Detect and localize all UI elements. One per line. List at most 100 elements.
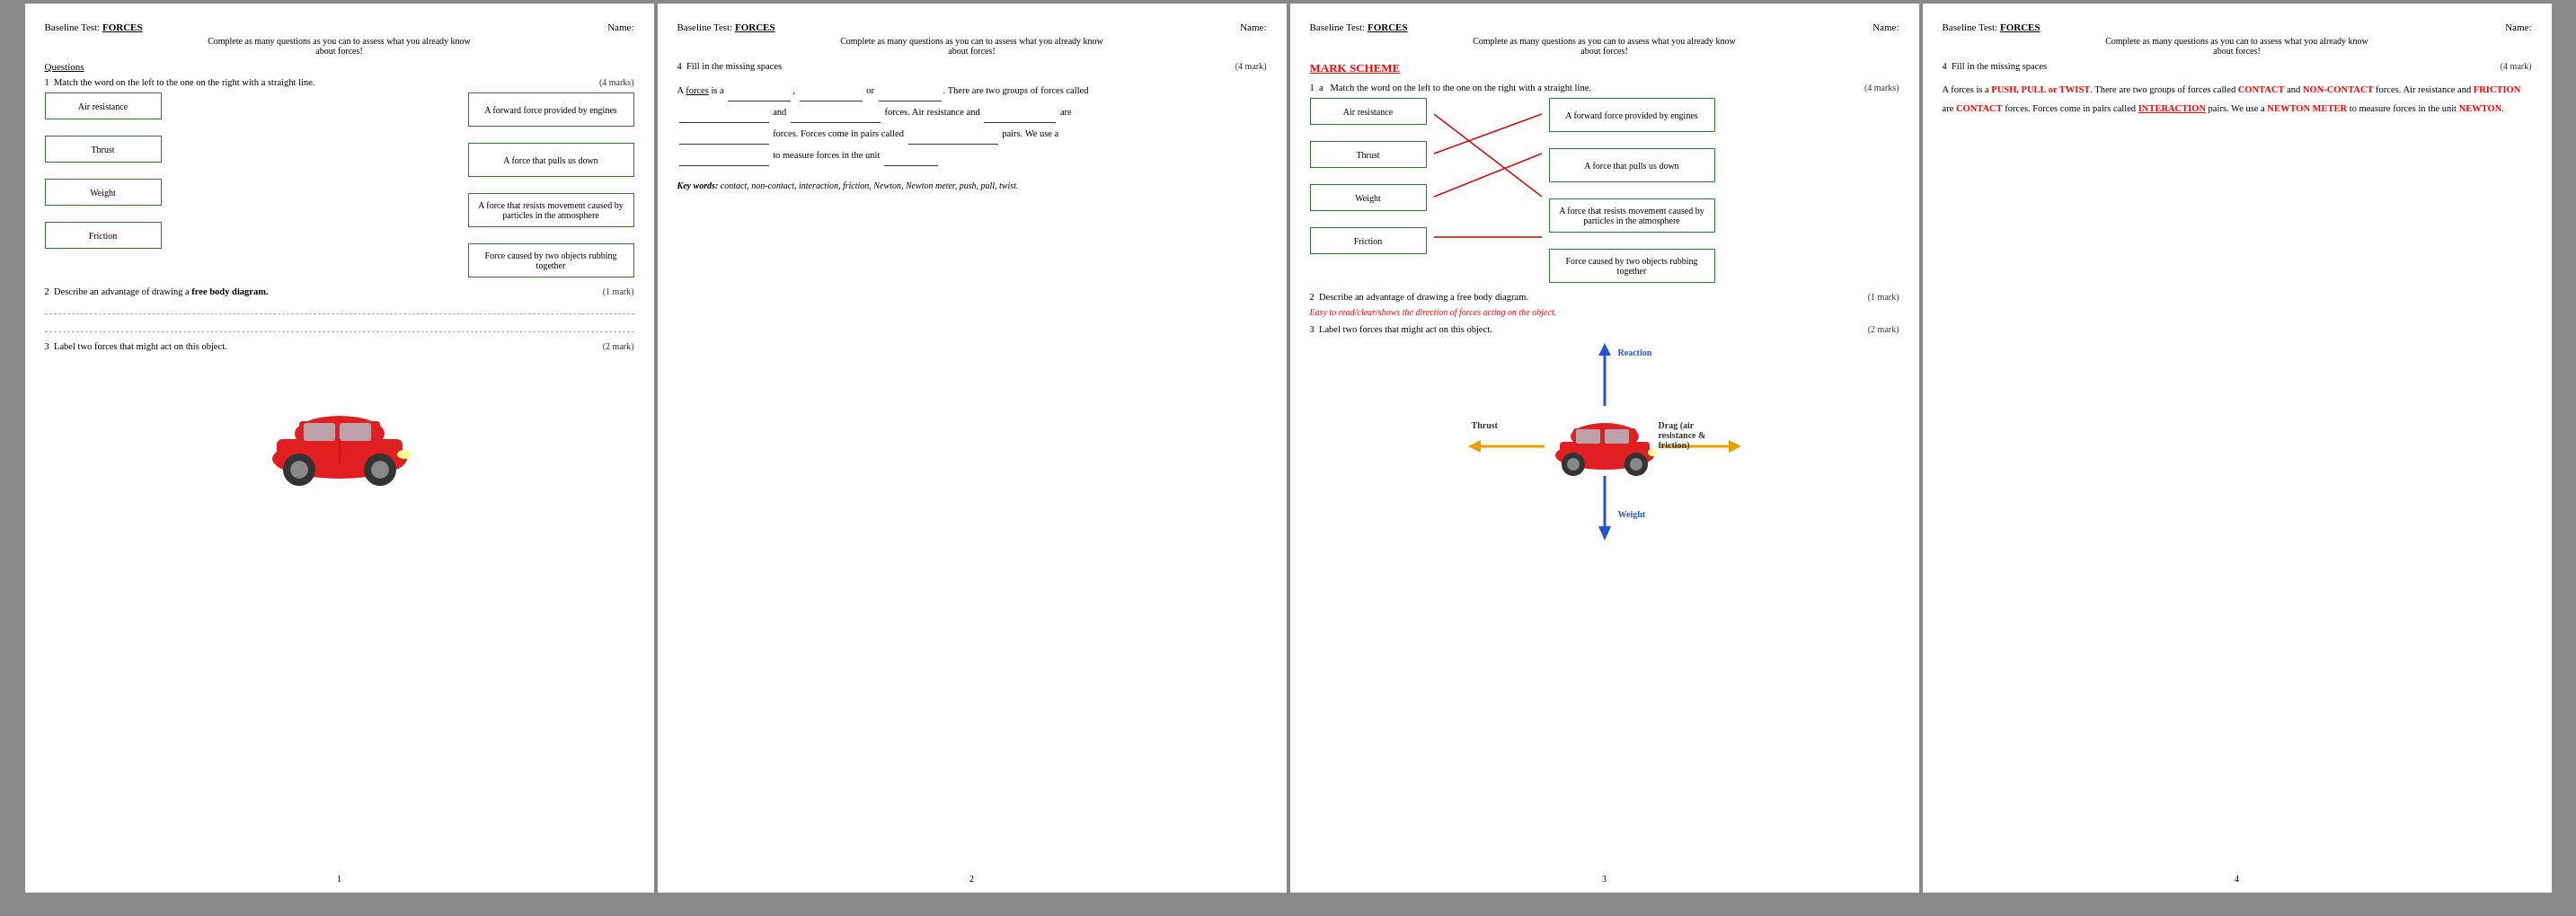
svg-rect-21 (1605, 429, 1629, 444)
answer-push-pull: PUSH, PULL or TWIST (1991, 84, 2090, 94)
q2-label: 2 Describe an advantage of drawing a fre… (45, 286, 634, 296)
page1-header-left: Baseline Test: FORCES (45, 22, 143, 32)
page4-name-label: Name: (2505, 22, 2531, 32)
page-2: Baseline Test: FORCES Name: Complete as … (658, 4, 1287, 893)
answer-newton-meter: NEWTON METER (2267, 103, 2347, 113)
match-left-p1: Air resistance Thrust Weight Friction (45, 92, 162, 249)
page3-header-left: Baseline Test: FORCES (1310, 22, 1408, 32)
match-right-rub-p3: Force caused by two objects rubbing toge… (1549, 249, 1715, 283)
page2-header-left: Baseline Test: FORCES (677, 22, 775, 32)
match-box-ar-p3: Air resistance (1310, 98, 1427, 125)
page2-title-text: Baseline Test: FORCES (677, 22, 775, 32)
page2-name-label: Name: (1240, 22, 1266, 32)
answer-newton: NEWTON (2459, 103, 2502, 113)
car-svg-p3 (1551, 406, 1659, 478)
page-number-3: 3 (1290, 874, 1919, 884)
q3-section-p3: 3 Label two forces that might act on thi… (1310, 324, 1899, 523)
svg-point-10 (397, 450, 412, 459)
page1-name-label: Name: (607, 22, 633, 32)
svg-rect-4 (304, 423, 335, 441)
page1-title-text: Baseline Test: FORCES (45, 22, 143, 32)
page2-header-right: Name: (1240, 22, 1266, 32)
svg-line-12 (1434, 114, 1542, 197)
q3-section: 3 Label two forces that might act on thi… (45, 341, 634, 495)
q2-section: 2 Describe an advantage of drawing a fre… (45, 286, 634, 332)
svg-marker-34 (1729, 440, 1741, 453)
match-box-air-resistance: Air resistance (45, 92, 162, 119)
answer-interaction: INTERACTION (2138, 103, 2206, 113)
match-right-pulls-down: A force that pulls us down (468, 143, 634, 177)
mark-scheme-title: MARK SCHEME (1310, 61, 1899, 75)
page3-title-text: Baseline Test: FORCES (1310, 22, 1408, 32)
page2-subtitle: Complete as many questions as you can to… (677, 36, 1267, 56)
match-box-weight-p3: Weight (1310, 184, 1427, 211)
match-box-thrust: Thrust (45, 136, 162, 163)
page-number-2: 2 (658, 874, 1287, 884)
svg-point-25 (1630, 458, 1642, 471)
page-3: Baseline Test: FORCES Name: Complete as … (1290, 4, 1919, 893)
label-reaction: Reaction (1618, 348, 1652, 357)
q4-label-p4: 4 Fill in the missing spaces (4 mark) (1943, 61, 2532, 71)
page4-header-right: Name: (2505, 22, 2531, 32)
down-arrow-p3 (1591, 476, 1618, 548)
page1-subtitle: Complete as many questions as you can to… (45, 36, 634, 56)
q1-label-p3: 1 a Match the word on the left to the on… (1310, 83, 1899, 92)
key-words-p2: Key words: contact, non-contact, interac… (677, 181, 1267, 190)
q2-answer-p3: Easy to read/clear/shows the direction o… (1310, 307, 1899, 317)
page4-title-text: Baseline Test: FORCES (1943, 22, 2040, 32)
fill-text-p2: A forces is a , or . There are two group… (677, 80, 1267, 166)
match-right-atmosphere: A force that resists movement caused by … (468, 193, 634, 227)
svg-point-9 (371, 461, 389, 479)
svg-marker-28 (1598, 343, 1611, 356)
page4-subtitle: Complete as many questions as you can to… (1943, 36, 2532, 56)
answer-friction: FRICTION (2474, 84, 2521, 94)
svg-marker-32 (1468, 440, 1481, 453)
answer-noncontact: NON-CONTACT (2303, 84, 2374, 94)
page3-name-label: Name: (1872, 22, 1899, 32)
car-diagram-p1 (45, 369, 634, 495)
svg-rect-20 (1576, 429, 1600, 444)
match-box-weight: Weight (45, 179, 162, 206)
match-box-thrust-p3: Thrust (1310, 141, 1427, 168)
up-arrow-p3 (1591, 343, 1618, 415)
svg-point-7 (290, 461, 308, 479)
match-right-rubbing: Force caused by two objects rubbing toge… (468, 243, 634, 277)
page3-subtitle: Complete as many questions as you can to… (1310, 36, 1899, 56)
svg-line-14 (1434, 154, 1542, 197)
answer-contact: CONTACT (2238, 84, 2285, 94)
svg-point-23 (1567, 458, 1580, 471)
match-lines-svg-p3 (1434, 98, 1542, 269)
label-drag: Drag (airresistance &friction) (1659, 420, 1706, 450)
svg-point-26 (1648, 449, 1657, 456)
match-right-engines-p3: A forward force provided by engines (1549, 98, 1715, 132)
page-1: Baseline Test: FORCES Name: Complete as … (25, 4, 654, 893)
answer-contact2: CONTACT (1956, 103, 2003, 113)
left-arrow-p3 (1468, 433, 1549, 460)
match-right-down-p3: A force that pulls us down (1549, 148, 1715, 182)
q3-label-p3: 3 Label two forces that might act on thi… (1310, 324, 1899, 334)
match-box-friction-p3: Friction (1310, 227, 1427, 254)
q3-label: 3 Label two forces that might act on thi… (45, 341, 634, 351)
match-left-p3: Air resistance Thrust Weight Friction (1310, 98, 1427, 254)
page-number-4: 4 (1923, 874, 2552, 884)
match-right-p1: A forward force provided by engines A fo… (468, 92, 634, 277)
page-4: Baseline Test: FORCES Name: Complete as … (1923, 4, 2552, 893)
match-right-p3: A forward force provided by engines A fo… (1549, 98, 1715, 283)
q2-line2 (45, 320, 634, 332)
svg-line-13 (1434, 114, 1542, 154)
page4-header-left: Baseline Test: FORCES (1943, 22, 2040, 32)
svg-rect-5 (340, 423, 371, 441)
q2-label-p3: 2 Describe an advantage of drawing a fre… (1310, 292, 1899, 302)
q2-line1 (45, 302, 634, 314)
page-number-1: 1 (25, 874, 654, 884)
car-svg-p1 (250, 369, 429, 495)
q4-label-p2: 4 Fill in the missing spaces (4 mark) (677, 61, 1267, 71)
svg-marker-30 (1598, 526, 1611, 541)
section-questions: Questions (45, 61, 634, 72)
q2-section-p3: 2 Describe an advantage of drawing a fre… (1310, 292, 1899, 317)
match-area-p1: Air resistance Thrust Weight Friction A … (45, 92, 634, 277)
page3-header-right: Name: (1872, 22, 1899, 32)
force-diagram-p3: Reaction Weight Thrust Drag (airresistan… (1452, 343, 1757, 523)
q1-label: 1 Match the word on the left to the one … (45, 77, 634, 87)
match-area-p3: Air resistance Thrust Weight Friction A … (1310, 98, 1899, 283)
